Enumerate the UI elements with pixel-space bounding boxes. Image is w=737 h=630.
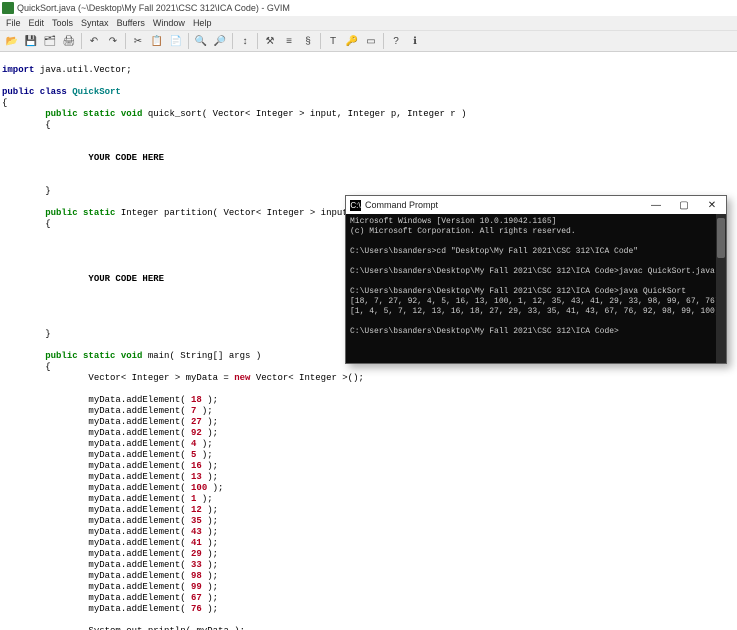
toolbar-separator [257,33,258,49]
gvim-menubar: File Edit Tools Syntax Buffers Window He… [0,16,737,30]
toolbar-separator [320,33,321,49]
find-icon[interactable]: 🔍 [192,32,210,50]
script-icon[interactable]: ? [387,32,405,50]
save-icon[interactable]: 💾 [22,32,40,50]
open-icon[interactable]: 📂 [3,32,21,50]
toolbar-separator [125,33,126,49]
menu-buffers[interactable]: Buffers [117,18,145,28]
menu-help[interactable]: Help [193,18,212,28]
cmd-close-button[interactable]: ✕ [698,196,726,214]
replace-icon[interactable]: ↕ [236,32,254,50]
cmd-titlebar[interactable]: C:\ Command Prompt — ▢ ✕ [346,196,726,214]
toolbar-separator [188,33,189,49]
cmd-minimize-button[interactable]: — [642,196,670,214]
copy-icon[interactable]: 📋 [148,32,166,50]
make-icon[interactable]: ⚒ [261,32,279,50]
session-icon[interactable]: ▭ [362,32,380,50]
cmd-scrollbar[interactable] [716,214,726,363]
paste-icon[interactable]: 📄 [167,32,185,50]
ctags-icon[interactable]: § [299,32,317,50]
gvim-title-text: QuickSort.java (~\Desktop\My Fall 2021\C… [17,3,290,13]
menu-edit[interactable]: Edit [29,18,45,28]
command-prompt-window[interactable]: C:\ Command Prompt — ▢ ✕ Microsoft Windo… [345,195,727,364]
findnext-icon[interactable]: 🔎 [211,32,229,50]
saveall-icon[interactable]: 🗂 [41,32,59,50]
redo-icon[interactable]: ↷ [104,32,122,50]
cut-icon[interactable]: ✂ [129,32,147,50]
undo-icon[interactable]: ↶ [85,32,103,50]
toolbar-separator [383,33,384,49]
menu-tools[interactable]: Tools [52,18,73,28]
cmd-icon: C:\ [350,200,361,211]
help-icon[interactable]: ℹ [406,32,424,50]
cmd-title-text: Command Prompt [365,200,438,210]
tagjump-icon[interactable]: T [324,32,342,50]
shell-icon[interactable]: ≡ [280,32,298,50]
menu-file[interactable]: File [6,18,21,28]
toolbar-separator [232,33,233,49]
gvim-titlebar: QuickSort.java (~\Desktop\My Fall 2021\C… [0,0,737,16]
toolbar-separator [81,33,82,49]
cmd-body[interactable]: Microsoft Windows [Version 10.0.19042.11… [346,214,726,363]
placeholder-2: YOUR CODE HERE [88,274,164,284]
menu-syntax[interactable]: Syntax [81,18,109,28]
print-icon[interactable]: 🖨 [60,32,78,50]
gvim-toolbar: 📂💾🗂🖨 ↶↷ ✂📋📄 🔍🔎 ↕ ⚒≡§ T🔑▭?ℹ [0,30,737,52]
key-icon[interactable]: 🔑 [343,32,361,50]
cmd-maximize-button[interactable]: ▢ [670,196,698,214]
cmd-scroll-thumb[interactable] [717,218,725,258]
menu-window[interactable]: Window [153,18,185,28]
gvim-app-icon [2,2,14,14]
placeholder-1: YOUR CODE HERE [88,153,164,163]
